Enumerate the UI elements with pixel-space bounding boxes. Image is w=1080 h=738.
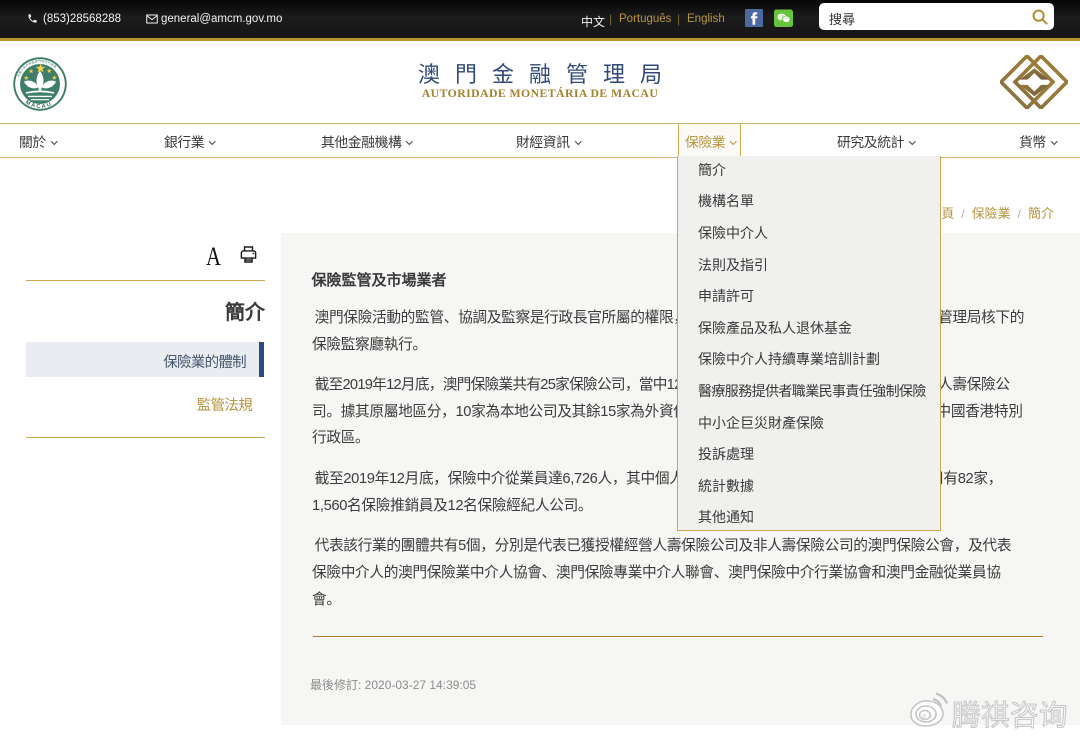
svg-text:a´: a´ (922, 713, 928, 720)
